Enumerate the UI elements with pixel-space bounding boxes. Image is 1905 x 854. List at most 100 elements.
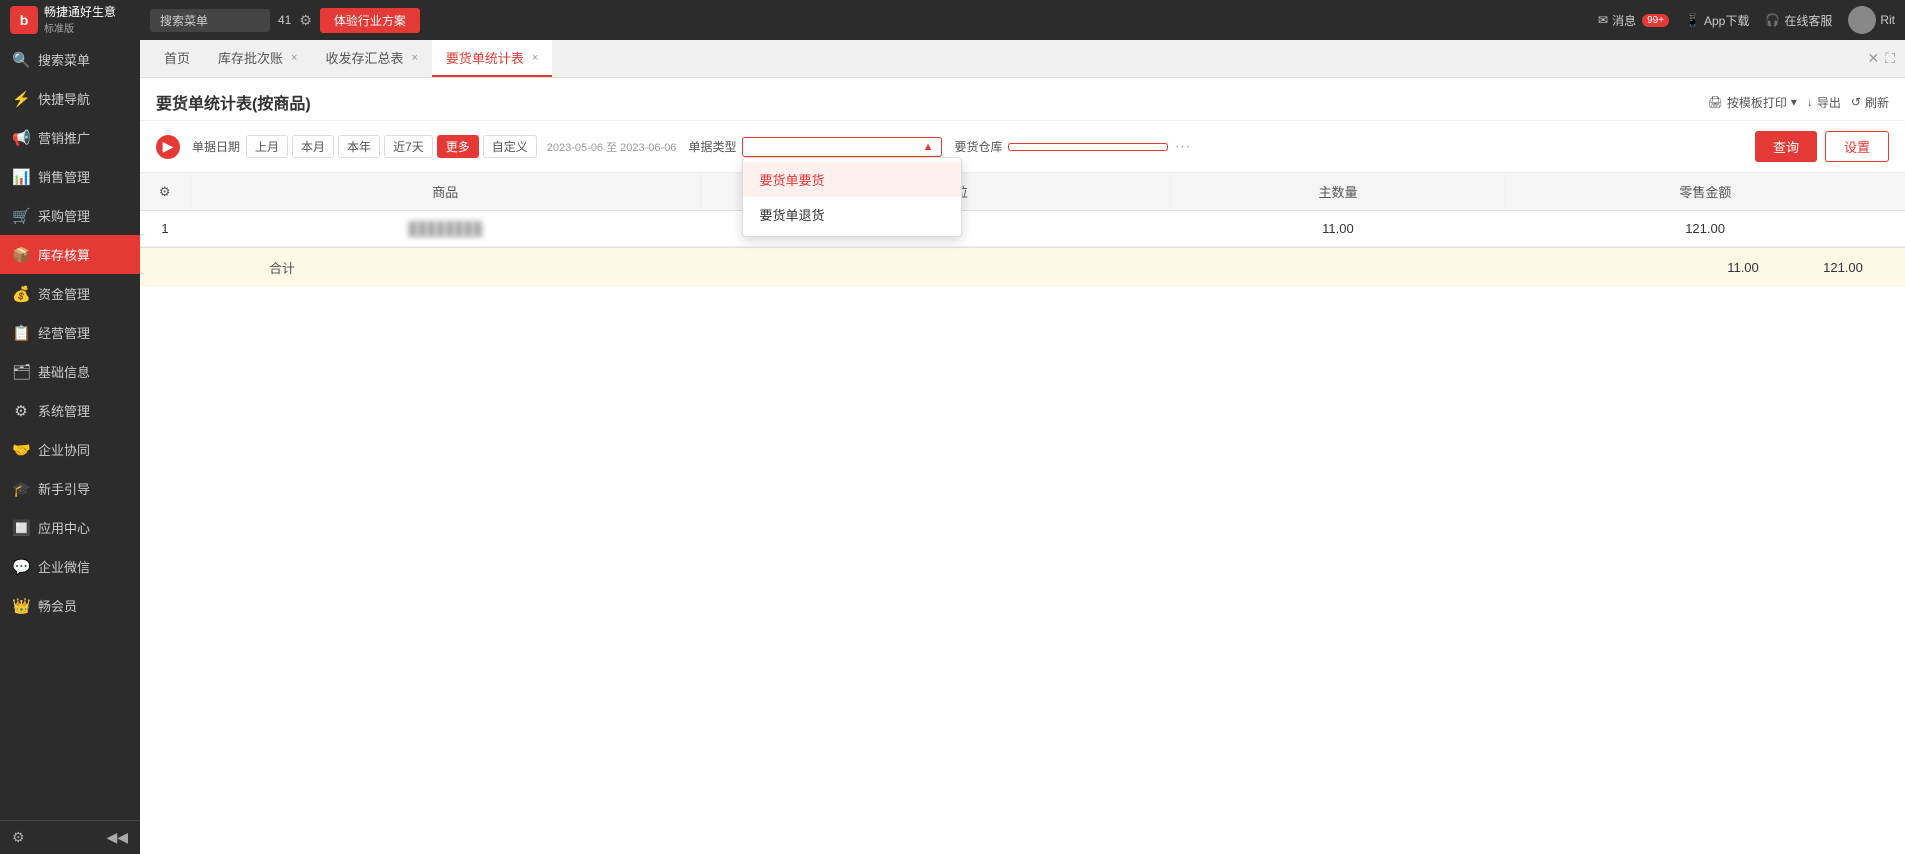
sidebar-item-apps[interactable]: 🔲 应用中心: [0, 508, 140, 547]
col-settings[interactable]: ⚙: [140, 173, 190, 211]
date-btn-last-7-days[interactable]: 近7天: [384, 135, 433, 158]
sidebar-item-finance[interactable]: 💰 资金管理: [0, 274, 140, 313]
operations-icon: 📋: [12, 324, 30, 342]
app-download-item[interactable]: 📱 App下载: [1685, 12, 1749, 29]
sidebar-label-basic: 基础信息: [38, 362, 90, 381]
tab-receive-summary[interactable]: 收发存汇总表 ×: [311, 40, 431, 77]
sidebar-item-enterprise[interactable]: 🤝 企业协同: [0, 430, 140, 469]
refresh-action[interactable]: ↺ 刷新: [1851, 94, 1889, 111]
refresh-icon: ↺: [1851, 95, 1861, 109]
cell-quantity: 11.00: [1171, 211, 1505, 247]
filter-bar: ▶ 单据日期 上月 本月 本年 近7天 更多 自定义 2023-05-06 至 …: [140, 121, 1905, 173]
col-amount: 零售金额: [1505, 173, 1905, 211]
date-btn-custom[interactable]: 自定义: [483, 135, 537, 158]
online-service-label: 在线客服: [1784, 12, 1832, 29]
tab-close-all-icon[interactable]: ✕: [1867, 50, 1879, 67]
app-version: 标准版: [44, 20, 116, 35]
system-icon: ⚙: [12, 402, 30, 420]
tab-expand-icon[interactable]: ⛶: [1885, 50, 1895, 67]
user-item[interactable]: Rit: [1848, 6, 1895, 34]
tab-inventory-batch[interactable]: 库存批次账 ×: [204, 40, 311, 77]
shortcuts-icon: ⚡: [12, 90, 30, 108]
tab-home[interactable]: 首页: [150, 40, 204, 77]
inventory-icon: 📦: [12, 246, 30, 264]
sidebar-settings-icon[interactable]: ⚙: [12, 829, 25, 846]
sidebar-item-search[interactable]: 🔍 搜索菜单: [0, 40, 140, 79]
purchase-icon: 🛒: [12, 207, 30, 225]
cell-seq: 1: [140, 211, 190, 247]
sidebar-item-operations[interactable]: 📋 经营管理: [0, 313, 140, 352]
top-settings-icon[interactable]: ⚙: [299, 12, 312, 29]
sidebar-item-marketing[interactable]: 📢 营销推广: [0, 118, 140, 157]
sidebar-label-purchase: 采购管理: [38, 206, 90, 225]
settings-button[interactable]: 设置: [1825, 131, 1889, 162]
sidebar-menu: 🔍 搜索菜单 ⚡ 快捷导航 📢 营销推广 📊 销售管理 🛒 采购管理 📦: [0, 40, 140, 820]
table-row: 1 ████████ 块 11.00 121.00: [140, 211, 1905, 247]
sidebar-collapse-icon[interactable]: ◀◀: [106, 829, 128, 846]
filter-type-select-container: ▲ 要货单要货 要货单退货: [742, 137, 942, 157]
top-bar: b 畅捷通好生意 标准版 搜索菜单 41 ⚙ 体验行业方案 ✉ 消息 99+ 📱…: [0, 0, 1905, 40]
avatar: [1848, 6, 1876, 34]
sidebar-item-members[interactable]: 👑 畅会员: [0, 586, 140, 625]
type-dropdown: 要货单要货 要货单退货: [742, 157, 962, 237]
sidebar-item-inventory[interactable]: 📦 库存核算: [0, 235, 140, 274]
tab-receive-summary-close[interactable]: ×: [411, 52, 417, 64]
total-quantity: 11.00: [1693, 260, 1793, 275]
filter-type-select[interactable]: ▲: [742, 137, 942, 157]
sidebar-item-basic[interactable]: 🗂 基础信息: [0, 352, 140, 391]
column-settings-icon[interactable]: ⚙: [159, 184, 171, 199]
sales-icon: 📊: [12, 168, 30, 186]
online-service-item[interactable]: 🎧 在线客服: [1765, 12, 1832, 29]
sidebar-item-system[interactable]: ⚙ 系统管理: [0, 391, 140, 430]
promo-button[interactable]: 体验行业方案: [320, 8, 420, 33]
sidebar-label-apps: 应用中心: [38, 518, 90, 537]
filter-expand-button[interactable]: ▶: [156, 135, 180, 159]
type-select-chevron-icon: ▲: [923, 141, 934, 153]
total-label: 合计: [202, 258, 362, 277]
tab-requisition-stats-close[interactable]: ×: [532, 52, 538, 64]
dropdown-item-yh-order[interactable]: 要货单要货: [743, 162, 961, 197]
date-btn-this-month[interactable]: 本月: [292, 135, 334, 158]
print-template-action[interactable]: 🖨 按模板打印 ▾: [1708, 94, 1797, 111]
filter-warehouse-group: 要货仓库 ···: [954, 138, 1190, 156]
sidebar-item-guide[interactable]: 🎓 新手引导: [0, 469, 140, 508]
user-name: Rit: [1880, 13, 1895, 27]
tab-inventory-batch-label: 库存批次账: [218, 48, 283, 67]
filter-more-icon[interactable]: ···: [1174, 138, 1190, 156]
col-product: 商品: [190, 173, 700, 211]
message-icon: ✉: [1598, 13, 1608, 27]
sidebar-item-shortcuts[interactable]: ⚡ 快捷导航: [0, 79, 140, 118]
filter-warehouse-select[interactable]: [1008, 143, 1168, 151]
finance-icon: 💰: [12, 285, 30, 303]
sidebar-item-wechat[interactable]: 💬 企业微信: [0, 547, 140, 586]
page-header-actions: 🖨 按模板打印 ▾ ↓ 导出 ↺ 刷新: [1708, 94, 1889, 111]
sidebar-item-purchase[interactable]: 🛒 采购管理: [0, 196, 140, 235]
date-btn-last-month[interactable]: 上月: [246, 135, 288, 158]
top-search-box[interactable]: 搜索菜单: [150, 9, 270, 32]
main-layout: 🔍 搜索菜单 ⚡ 快捷导航 📢 营销推广 📊 销售管理 🛒 采购管理 📦: [0, 40, 1905, 854]
table-header-row: ⚙ 商品 主计量单位 主数量 零售金额: [140, 173, 1905, 211]
export-action[interactable]: ↓ 导出: [1807, 94, 1841, 111]
print-chevron-icon: ▾: [1791, 95, 1797, 109]
members-icon: 👑: [12, 597, 30, 615]
tab-receive-summary-label: 收发存汇总表: [325, 48, 403, 67]
date-btn-this-year[interactable]: 本年: [338, 135, 380, 158]
sidebar-label-wechat: 企业微信: [38, 557, 90, 576]
top-bar-center: 搜索菜单 41 ⚙ 体验行业方案: [150, 8, 1598, 33]
date-filter-buttons: 上月 本月 本年 近7天 更多 自定义: [246, 135, 537, 158]
apps-icon: 🔲: [12, 519, 30, 537]
enterprise-icon: 🤝: [12, 441, 30, 459]
tab-inventory-batch-close[interactable]: ×: [291, 52, 297, 64]
sidebar-label-finance: 资金管理: [38, 284, 90, 303]
data-table: ⚙ 商品 主计量单位 主数量 零售金额 1 ████████ 块: [140, 173, 1905, 247]
sidebar-item-sales[interactable]: 📊 销售管理: [0, 157, 140, 196]
sidebar-label-inventory: 库存核算: [38, 245, 90, 264]
export-icon: ↓: [1807, 95, 1813, 109]
tab-requisition-stats[interactable]: 要货单统计表 ×: [432, 40, 552, 77]
col-quantity: 主数量: [1171, 173, 1505, 211]
dropdown-item-yh-return[interactable]: 要货单退货: [743, 197, 961, 232]
query-button[interactable]: 查询: [1755, 131, 1817, 162]
date-btn-more[interactable]: 更多: [437, 135, 479, 158]
messages-item[interactable]: ✉ 消息 99+: [1598, 12, 1669, 29]
page-header: 要货单统计表(按商品) 🖨 按模板打印 ▾ ↓ 导出 ↺ 刷新: [140, 78, 1905, 121]
